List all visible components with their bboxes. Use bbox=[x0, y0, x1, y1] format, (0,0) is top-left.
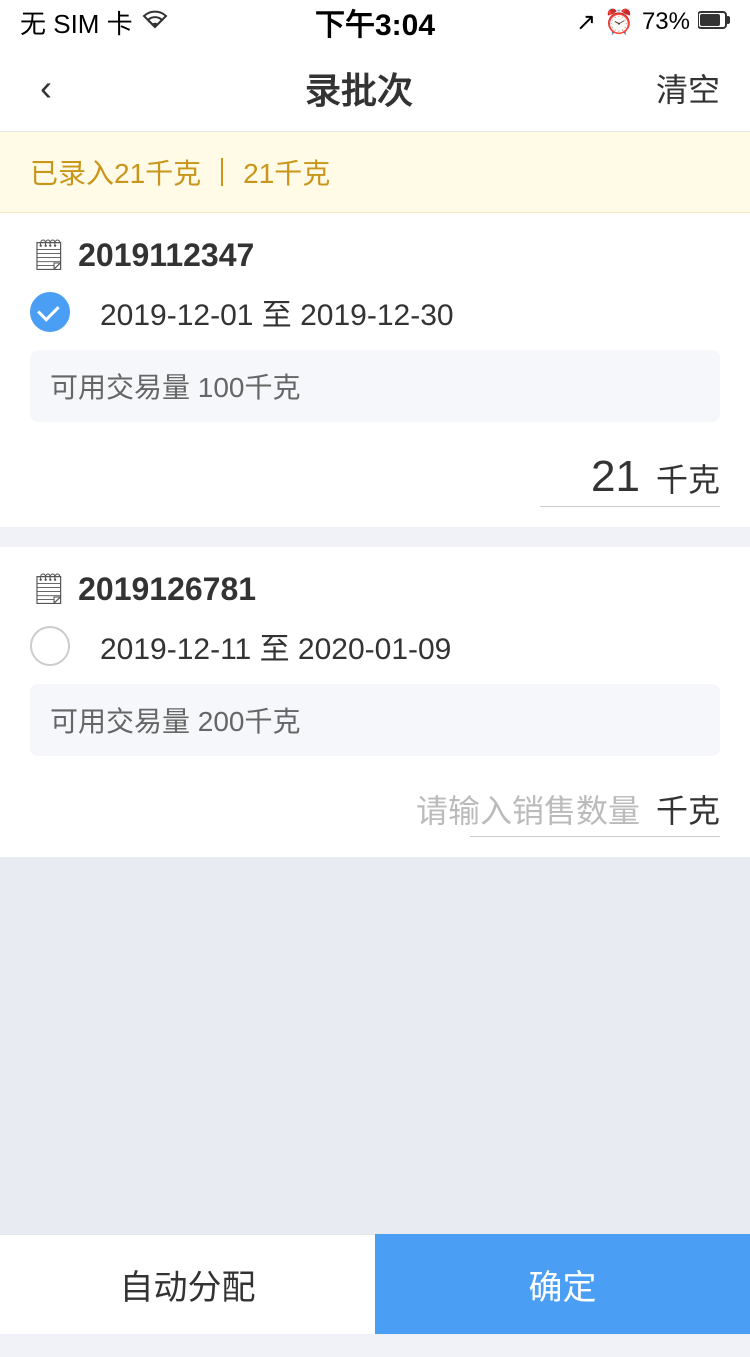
status-time: 下午3:04 bbox=[315, 0, 435, 44]
status-bar: 无 SIM 卡 下午3:04 ↗ ⏰ 73% bbox=[0, 0, 750, 44]
info-divider bbox=[221, 158, 223, 186]
batch-doc-icon-2: 🗒 bbox=[30, 572, 68, 607]
batch-available-1: 可用交易量 100千克 bbox=[30, 350, 720, 422]
radio-unselected-2[interactable] bbox=[30, 626, 70, 666]
confirm-button[interactable]: 确定 bbox=[375, 1234, 750, 1334]
amount-unit-1: 千克 bbox=[656, 455, 720, 501]
input-underline-2 bbox=[470, 836, 720, 837]
battery-icon bbox=[698, 8, 730, 36]
info-banner: 已录入21千克 21千克 bbox=[0, 132, 750, 213]
amount-input-container-1: 21 千克 bbox=[540, 452, 720, 507]
batch-id-1: 2019112347 bbox=[78, 237, 254, 274]
batch-date-2: 2019-12-11 至 2020-01-09 bbox=[100, 624, 451, 668]
back-button[interactable]: ‹ bbox=[30, 57, 62, 119]
input-text-wrapper-2: 请输入销售数量 千克 bbox=[416, 786, 720, 837]
wifi-icon bbox=[141, 7, 169, 38]
amount-row-1: 21 千克 bbox=[0, 432, 750, 527]
batch-date-row-2[interactable]: 2019-12-11 至 2020-01-09 bbox=[0, 618, 750, 678]
clear-button[interactable]: 清空 bbox=[656, 65, 720, 111]
section-separator-1 bbox=[0, 527, 750, 547]
info-label: 已录入21千克 bbox=[30, 152, 201, 192]
amount-underline-1 bbox=[540, 506, 720, 507]
radio-selected-1[interactable] bbox=[30, 292, 70, 332]
carrier-text: 无 SIM 卡 bbox=[20, 4, 133, 41]
batch-date-row-1[interactable]: 2019-12-01 至 2019-12-30 bbox=[0, 284, 750, 344]
status-right: ↗ ⏰ 73% bbox=[576, 8, 730, 37]
nav-title: 录批次 bbox=[305, 62, 413, 114]
batch-date-1: 2019-12-01 至 2019-12-30 bbox=[100, 290, 454, 334]
batch-card-1: 🗒 2019112347 2019-12-01 至 2019-12-30 可用交… bbox=[0, 213, 750, 527]
batch-card-2: 🗒 2019126781 2019-12-11 至 2020-01-09 可用交… bbox=[0, 547, 750, 857]
location-icon: ↗ bbox=[576, 8, 596, 37]
amount-value-1[interactable]: 21 bbox=[591, 452, 640, 502]
input-placeholder-row-2[interactable]: 请输入销售数量 千克 bbox=[0, 766, 750, 857]
keyboard-area bbox=[0, 857, 750, 1257]
status-left: 无 SIM 卡 bbox=[20, 4, 169, 41]
nav-bar: ‹ 录批次 清空 bbox=[0, 44, 750, 132]
batch-doc-icon-1: 🗒 bbox=[30, 238, 68, 273]
input-placeholder-text-2[interactable]: 请输入销售数量 bbox=[416, 786, 640, 832]
batch-id-2: 2019126781 bbox=[78, 571, 256, 608]
auto-distribute-button[interactable]: 自动分配 bbox=[0, 1234, 375, 1334]
alarm-icon: ⏰ bbox=[604, 8, 634, 37]
batch-header-1: 🗒 2019112347 bbox=[0, 213, 750, 284]
input-unit-2: 千克 bbox=[656, 786, 720, 832]
bottom-bar: 自动分配 确定 bbox=[0, 1234, 750, 1334]
battery-text: 73% bbox=[642, 8, 690, 36]
batch-header-2: 🗒 2019126781 bbox=[0, 547, 750, 618]
batch-available-2: 可用交易量 200千克 bbox=[30, 684, 720, 756]
info-value: 21千克 bbox=[243, 152, 330, 192]
